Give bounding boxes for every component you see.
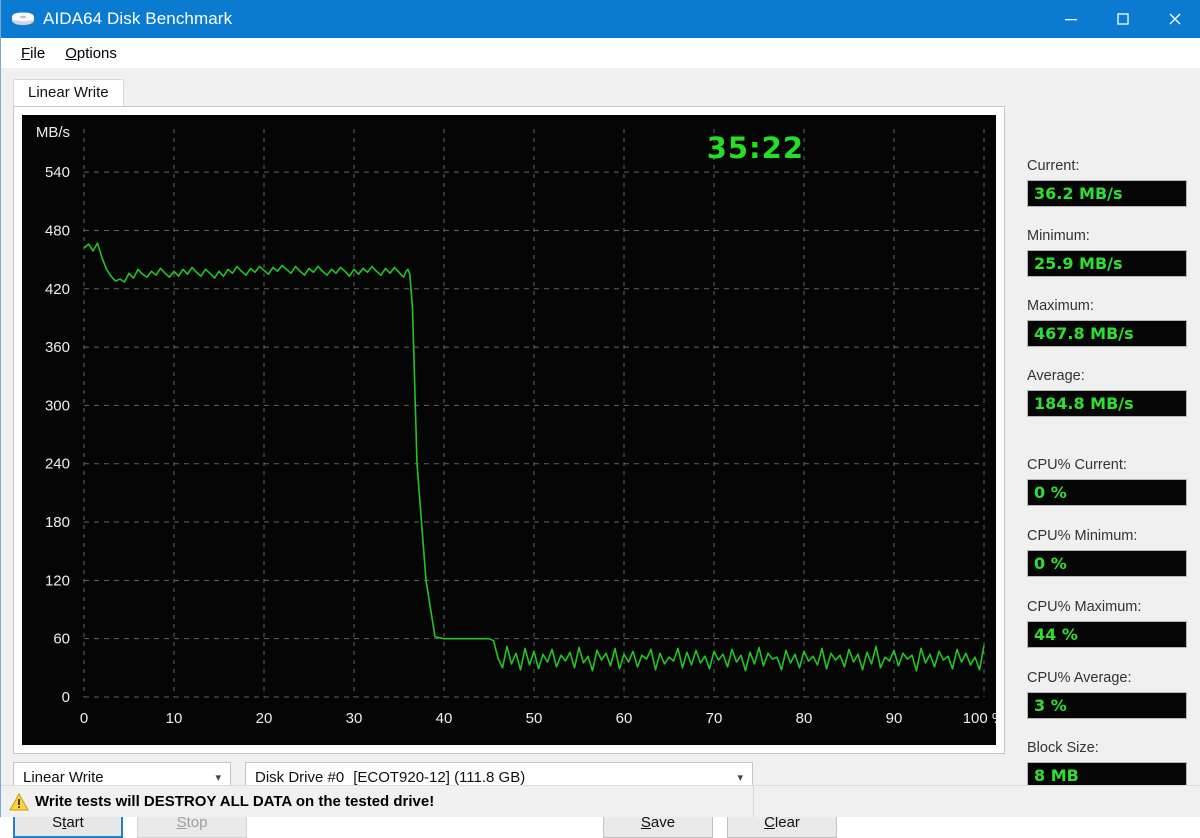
chart-svg: 0 60 120 180 240 300 360 420 480 540 MB/s 0 10 20 30 40… [36, 124, 996, 727]
maximize-icon[interactable] [1097, 0, 1149, 38]
stat-label-1: Minimum: [1027, 228, 1090, 244]
stat-label-6: CPU% Maximum: [1027, 599, 1142, 615]
svg-text:40: 40 [436, 710, 453, 727]
svg-text:20: 20 [256, 710, 273, 727]
svg-text:420: 420 [45, 281, 70, 298]
svg-text:30: 30 [346, 710, 363, 727]
svg-text:240: 240 [45, 456, 70, 473]
stat-label-7: CPU% Average: [1027, 670, 1132, 686]
stats-panel: Current: 36.2 MB/s Minimum: 25.9 MB/s Maximu… [1019, 68, 1191, 789]
svg-text:60: 60 [616, 710, 633, 727]
stat-label-4: CPU% Current: [1027, 457, 1127, 473]
menu-item-options[interactable]: Options [55, 43, 127, 64]
svg-text:120: 120 [45, 572, 70, 589]
svg-text:60: 60 [53, 631, 70, 648]
menu-bar: File Options [1, 38, 1200, 68]
minimize-icon[interactable] [1045, 0, 1097, 38]
status-message: Write tests will DESTROY ALL DATA on the… [35, 793, 435, 810]
window-title: AIDA64 Disk Benchmark [43, 9, 233, 28]
drive-value: Disk Drive #0 [255, 768, 345, 786]
stat-value-3: 184.8 MB/s [1027, 390, 1187, 417]
svg-text:300: 300 [45, 397, 70, 414]
close-icon[interactable] [1149, 0, 1200, 38]
stat-value-7: 3 % [1027, 692, 1187, 719]
svg-text:10: 10 [166, 710, 183, 727]
svg-text:100 %: 100 % [963, 710, 996, 727]
svg-text:90: 90 [886, 710, 903, 727]
test-mode-value: Linear Write [23, 768, 104, 786]
chevron-down-icon: ▾ [737, 771, 743, 784]
stat-value-5: 0 % [1027, 550, 1187, 577]
svg-text:MB/s: MB/s [36, 124, 70, 141]
tab-strip: Linear Write [13, 79, 1005, 108]
svg-text:180: 180 [45, 514, 70, 531]
status-divider [753, 786, 754, 817]
benchmark-graph: 0 60 120 180 240 300 360 420 480 540 MB/s 0 10 20 30 40… [22, 115, 996, 745]
window-controls [1045, 0, 1200, 38]
svg-text:80: 80 [796, 710, 813, 727]
svg-text:360: 360 [45, 339, 70, 356]
stat-value-4: 0 % [1027, 479, 1187, 506]
hard-disk-icon [10, 9, 36, 29]
chevron-down-icon: ▾ [215, 771, 221, 784]
svg-text:540: 540 [45, 164, 70, 181]
stat-value-0: 36.2 MB/s [1027, 180, 1187, 207]
stat-label-3: Average: [1027, 368, 1085, 384]
stat-label-8: Block Size: [1027, 740, 1099, 756]
svg-text:70: 70 [706, 710, 723, 727]
stat-label-0: Current: [1027, 158, 1080, 174]
stat-value-2: 467.8 MB/s [1027, 320, 1187, 347]
aida64-disk-benchmark-window: AIDA64 Disk Benchmark File Options Linea… [0, 0, 1200, 838]
stat-label-2: Maximum: [1027, 298, 1094, 314]
stat-label-5: CPU% Minimum: [1027, 528, 1138, 544]
stat-value-6: 44 % [1027, 621, 1187, 648]
drive-detail: [ECOT920-12] (111.8 GB) [353, 768, 526, 786]
title-bar: AIDA64 Disk Benchmark [1, 0, 1200, 38]
warning-icon [9, 792, 29, 811]
svg-text:50: 50 [526, 710, 543, 727]
svg-text:0: 0 [80, 710, 88, 727]
svg-text:480: 480 [45, 222, 70, 239]
chart-panel: 0 60 120 180 240 300 360 420 480 540 MB/s 0 10 20 30 40… [13, 106, 1005, 754]
stat-value-1: 25.9 MB/s [1027, 250, 1187, 277]
menu-item-file[interactable]: File [11, 43, 55, 64]
main-content: Linear Write 0 60 120 180 240 300 360 420 480 540… [1, 68, 1200, 838]
tab-linear-write[interactable]: Linear Write [13, 79, 124, 107]
status-bar: Write tests will DESTROY ALL DATA on the… [1, 785, 1200, 817]
elapsed-timer: 35:22 [706, 131, 804, 165]
svg-text:0: 0 [62, 689, 70, 706]
